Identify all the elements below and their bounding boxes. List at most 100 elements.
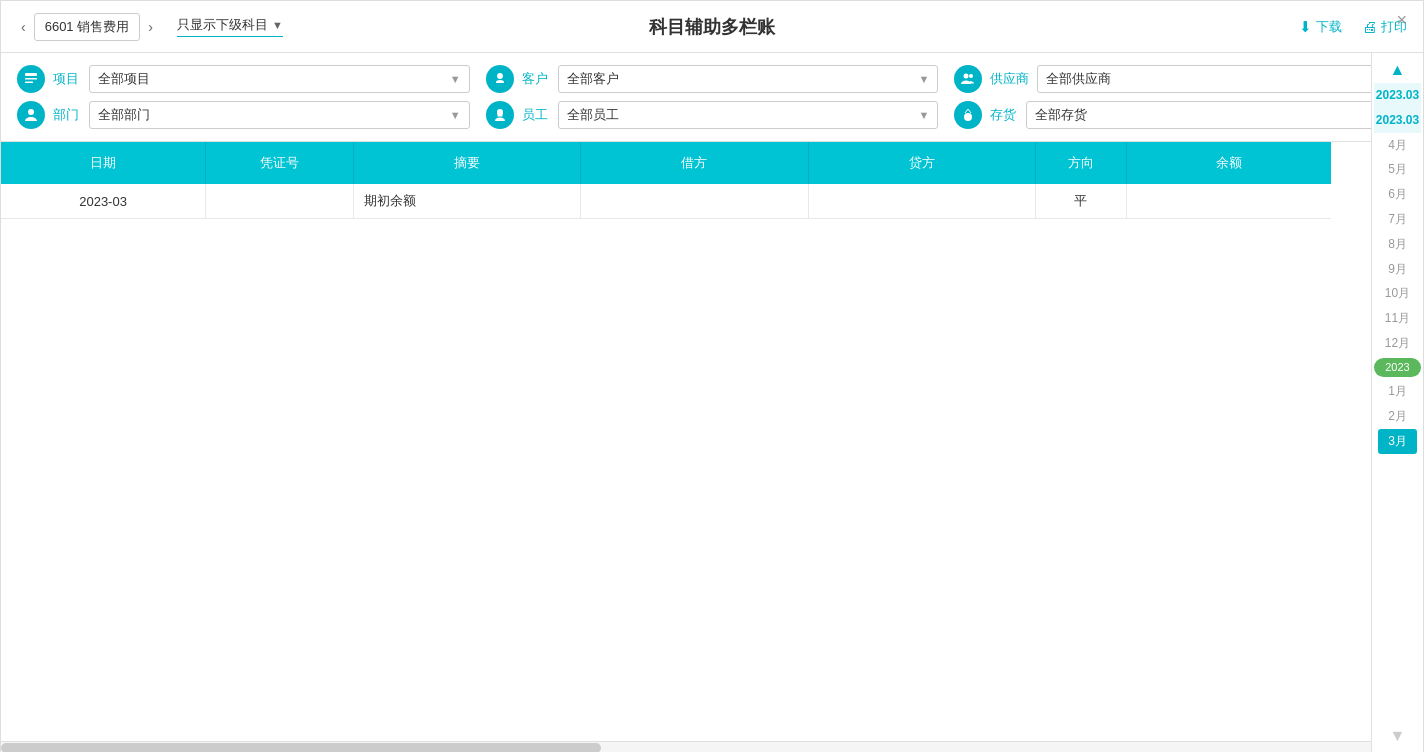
table-cell: 期初余额 — [353, 184, 580, 219]
customer-arrow: ▼ — [918, 73, 929, 85]
customer-icon — [486, 65, 514, 93]
timeline-panel: ▲ 2023.032023.034月5月6月7月8月9月10月11月12月202… — [1371, 53, 1423, 752]
col-balance: 余额 — [1126, 142, 1331, 184]
dept-select[interactable]: 全部部门 ▼ — [89, 101, 470, 129]
svg-rect-2 — [25, 82, 33, 84]
dept-label: 部门 — [53, 106, 81, 124]
timeline-item[interactable]: 2023 — [1374, 358, 1421, 377]
account-code: 6601 — [45, 19, 74, 34]
employee-value: 全部员工 — [567, 106, 619, 124]
timeline-item[interactable]: 2023.03 — [1374, 83, 1421, 108]
close-button[interactable]: × — [1396, 11, 1407, 29]
table-cell — [581, 184, 808, 219]
customer-select[interactable]: 全部客户 ▼ — [558, 65, 939, 93]
content-area: 项目 全部项目 ▼ 客户 全部客户 ▼ — [1, 53, 1423, 752]
supplier-value: 全部供应商 — [1046, 70, 1111, 88]
employee-arrow: ▼ — [918, 109, 929, 121]
next-account-arrow[interactable]: › — [144, 17, 157, 37]
table-row: 2023-03 期初余额 平 — [1, 184, 1331, 219]
table-cell: 2023-03 — [1, 184, 206, 219]
supplier-select[interactable]: 全部供应商 ▼ — [1037, 65, 1407, 93]
top-actions: ⬇ 下载 🖨 打印 — [1299, 18, 1407, 36]
svg-rect-0 — [25, 73, 37, 76]
download-label: 下载 — [1316, 18, 1342, 36]
timeline-item[interactable]: 12月 — [1374, 331, 1421, 356]
svg-point-4 — [969, 74, 973, 78]
account-name: 销售费用 — [77, 19, 129, 34]
inventory-select[interactable]: 全部存货 ▼ — [1026, 101, 1407, 129]
timeline-item[interactable]: 2月 — [1374, 404, 1421, 429]
employee-icon — [486, 101, 514, 129]
timeline-up-arrow[interactable]: ▲ — [1386, 57, 1410, 83]
inventory-value: 全部存货 — [1035, 106, 1087, 124]
dept-arrow: ▼ — [450, 109, 461, 121]
timeline-item[interactable]: 5月 — [1374, 157, 1421, 182]
filter-bar: 项目 全部项目 ▼ 客户 全部客户 ▼ — [1, 53, 1423, 142]
svg-point-3 — [964, 74, 969, 79]
timeline-down-arrow[interactable]: ▼ — [1386, 723, 1410, 749]
print-icon: 🖨 — [1362, 18, 1377, 35]
timeline-item[interactable]: 11月 — [1374, 306, 1421, 331]
timeline-item[interactable]: 8月 — [1374, 232, 1421, 257]
scrollbar-thumb[interactable] — [1, 743, 601, 752]
employee-label: 员工 — [522, 106, 550, 124]
employee-select[interactable]: 全部员工 ▼ — [558, 101, 939, 129]
inventory-filter-item: 存货 全部存货 ▼ — [954, 101, 1407, 129]
timeline-item[interactable]: 10月 — [1374, 281, 1421, 306]
project-icon — [17, 65, 45, 93]
table-cell — [1126, 184, 1331, 219]
prev-account-arrow[interactable]: ‹ — [17, 17, 30, 37]
download-icon: ⬇ — [1299, 18, 1312, 36]
download-button[interactable]: ⬇ 下载 — [1299, 18, 1342, 36]
table-cell: 平 — [1035, 184, 1126, 219]
employee-filter-item: 员工 全部员工 ▼ — [486, 101, 939, 129]
inventory-label: 存货 — [990, 106, 1018, 124]
project-arrow: ▼ — [450, 73, 461, 85]
supplier-icon — [954, 65, 982, 93]
project-label: 项目 — [53, 70, 81, 88]
svg-rect-7 — [497, 115, 502, 117]
supplier-filter-item: 供应商 全部供应商 ▼ — [954, 65, 1407, 93]
svg-rect-6 — [497, 109, 503, 116]
timeline-item[interactable]: 4月 — [1374, 133, 1421, 158]
timeline-item[interactable]: 3月 — [1378, 429, 1417, 454]
project-filter-item: 项目 全部项目 ▼ — [17, 65, 470, 93]
page-title: 科目辅助多栏账 — [649, 15, 775, 39]
table-cell — [808, 184, 1035, 219]
main-window: ‹ 6601 销售费用 › 只显示下级科目 ▼ 科目辅助多栏账 ⬇ 下载 🖨 打… — [0, 0, 1424, 752]
timeline-item[interactable]: 1月 — [1374, 379, 1421, 404]
col-date: 日期 — [1, 142, 206, 184]
table-cell — [206, 184, 354, 219]
show-sub-label: 只显示下级科目 — [177, 16, 268, 34]
show-sub-arrow: ▼ — [272, 19, 283, 31]
col-debit: 借方 — [581, 142, 808, 184]
project-select[interactable]: 全部项目 ▼ — [89, 65, 470, 93]
col-summary: 摘要 — [353, 142, 580, 184]
show-sub-toggle[interactable]: 只显示下级科目 ▼ — [177, 16, 283, 37]
timeline-item[interactable]: 2023.03 — [1374, 108, 1421, 133]
top-bar: ‹ 6601 销售费用 › 只显示下级科目 ▼ 科目辅助多栏账 ⬇ 下载 🖨 打… — [1, 1, 1423, 53]
customer-value: 全部客户 — [567, 70, 619, 88]
col-voucher: 凭证号 — [206, 142, 354, 184]
timeline-item[interactable]: 9月 — [1374, 257, 1421, 282]
customer-label: 客户 — [522, 70, 550, 88]
inventory-icon — [954, 101, 982, 129]
dept-filter-item: 部门 全部部门 ▼ — [17, 101, 470, 129]
svg-point-8 — [964, 113, 972, 121]
account-nav: ‹ 6601 销售费用 › — [17, 13, 157, 41]
col-credit: 贷方 — [808, 142, 1035, 184]
dept-value: 全部部门 — [98, 106, 150, 124]
customer-filter-item: 客户 全部客户 ▼ — [486, 65, 939, 93]
timeline-item[interactable]: 7月 — [1374, 207, 1421, 232]
account-label[interactable]: 6601 销售费用 — [34, 13, 141, 41]
project-value: 全部项目 — [98, 70, 150, 88]
table-wrap: 日期 凭证号 摘要 借方 贷方 方向 余额 2023-03 期初余额 平 — [1, 142, 1371, 741]
ledger-table: 日期 凭证号 摘要 借方 贷方 方向 余额 2023-03 期初余额 平 — [1, 142, 1331, 219]
svg-rect-1 — [25, 78, 37, 80]
horizontal-scrollbar[interactable] — [1, 741, 1371, 752]
timeline-item[interactable]: 6月 — [1374, 182, 1421, 207]
supplier-label: 供应商 — [990, 70, 1029, 88]
svg-point-5 — [28, 109, 34, 115]
dept-icon — [17, 101, 45, 129]
col-direction: 方向 — [1035, 142, 1126, 184]
